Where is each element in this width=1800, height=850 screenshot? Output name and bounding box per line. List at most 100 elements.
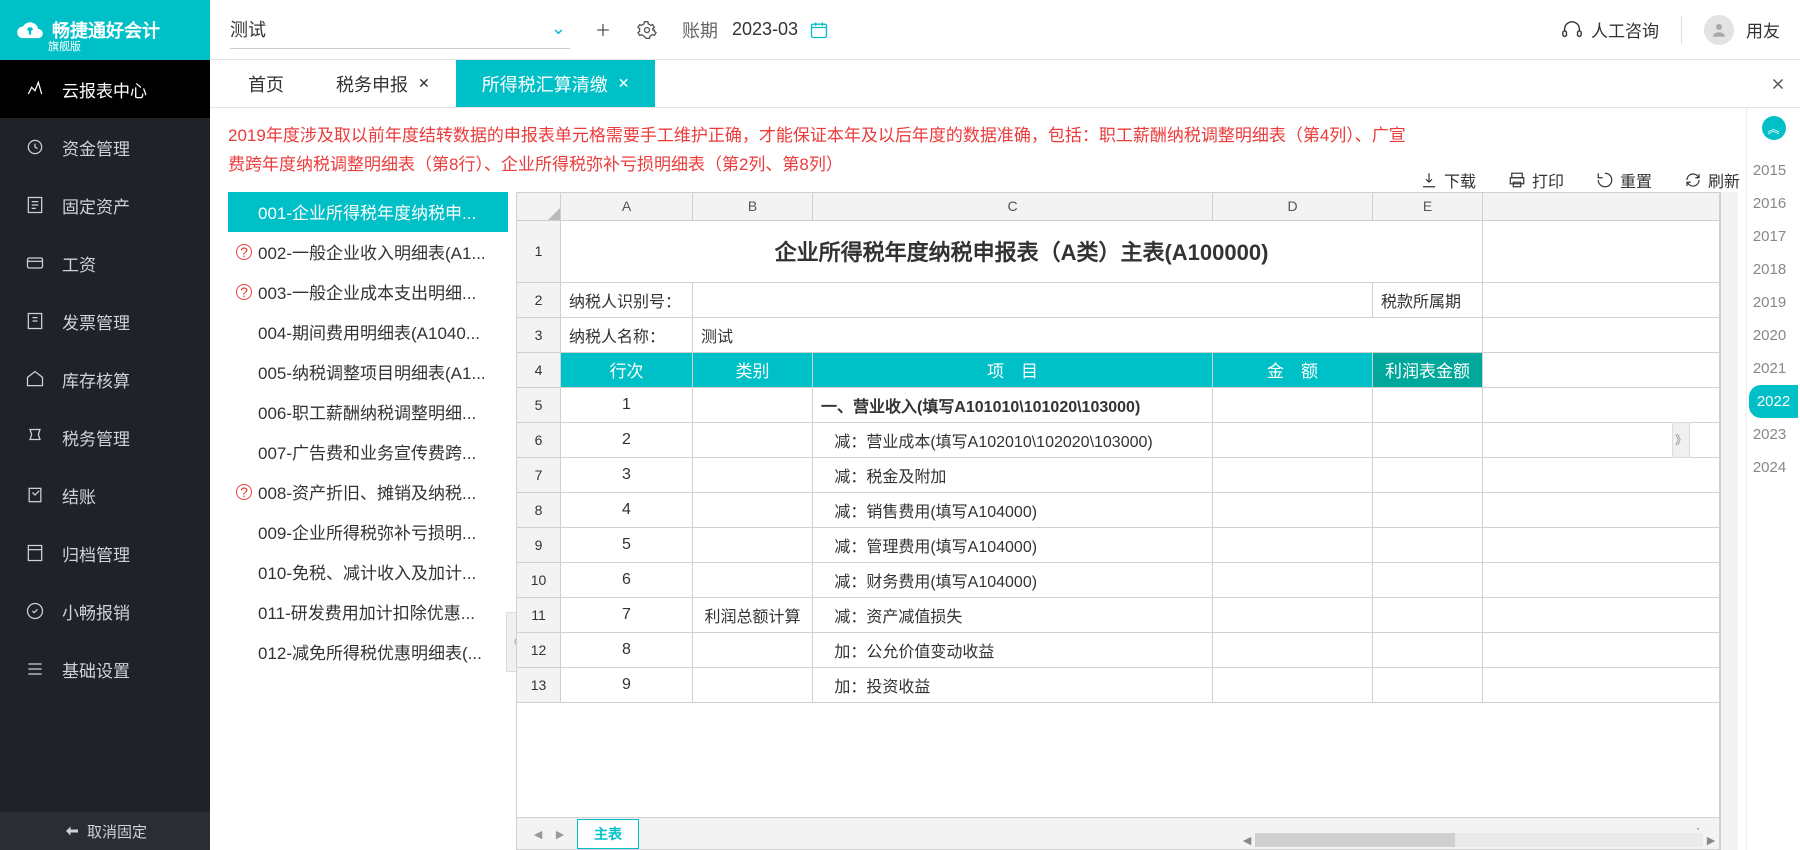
cell-profit[interactable]	[1373, 598, 1483, 632]
horizontal-scrollbar[interactable]: ◄►	[1239, 831, 1719, 849]
form-item-6[interactable]: 007-广告费和业务宣传费跨...	[228, 432, 508, 472]
form-item-3[interactable]: 004-期间费用明细表(A1040...	[228, 312, 508, 352]
tab-2[interactable]: 所得税汇算清缴✕	[456, 60, 656, 107]
nav-item-7[interactable]: 结账	[0, 466, 210, 524]
sheet-prev[interactable]: ◄	[527, 826, 549, 842]
scroll-up-icon[interactable]: ︽	[1762, 116, 1786, 140]
form-item-4[interactable]: 005-纳税调整项目明细表(A1...	[228, 352, 508, 392]
cell-rownum: 7	[561, 598, 693, 632]
col-header[interactable]: D	[1213, 193, 1373, 220]
col-header[interactable]: A	[561, 193, 693, 220]
cell-profit[interactable]	[1373, 633, 1483, 667]
row-header[interactable]: 13	[517, 668, 561, 702]
cell-profit[interactable]	[1373, 458, 1483, 492]
year-2019[interactable]: 2019	[1749, 286, 1798, 319]
reset-button[interactable]: 重置	[1596, 168, 1652, 192]
year-2020[interactable]: 2020	[1749, 319, 1798, 352]
sheet-next[interactable]: ►	[549, 826, 571, 842]
cell-profit[interactable]	[1373, 493, 1483, 527]
row-header[interactable]: 11	[517, 598, 561, 632]
row-header[interactable]: 1	[517, 221, 561, 282]
close-icon[interactable]: ✕	[418, 75, 430, 92]
form-item-11[interactable]: 012-减免所得税优惠明细表(...	[228, 632, 508, 672]
form-item-5[interactable]: 006-职工薪酬纳税调整明细...	[228, 392, 508, 432]
row-header[interactable]: 7	[517, 458, 561, 492]
nav-item-8[interactable]: 归档管理	[0, 524, 210, 582]
col-header[interactable]: B	[693, 193, 813, 220]
add-button[interactable]	[592, 19, 614, 41]
form-item-2[interactable]: ?003-一般企业成本支出明细...	[228, 272, 508, 312]
nav-item-4[interactable]: 发票管理	[0, 292, 210, 350]
form-item-9[interactable]: 010-免税、减计收入及加计...	[228, 552, 508, 592]
year-2022[interactable]: 2022	[1749, 385, 1798, 418]
year-2023[interactable]: 2023	[1749, 418, 1798, 451]
row-header[interactable]: 12	[517, 633, 561, 667]
year-2017[interactable]: 2017	[1749, 220, 1798, 253]
calendar-icon[interactable]	[808, 19, 830, 41]
nav-item-9[interactable]: 小畅报销	[0, 582, 210, 640]
year-2015[interactable]: 2015	[1749, 154, 1798, 187]
support-link[interactable]: 人工咨询	[1561, 17, 1659, 42]
cell-profit[interactable]	[1373, 563, 1483, 597]
nav-item-5[interactable]: 库存核算	[0, 350, 210, 408]
nav-item-2[interactable]: 固定资产	[0, 176, 210, 234]
download-button[interactable]: 下载	[1420, 168, 1476, 192]
nav-item-0[interactable]: 云报表中心	[0, 60, 210, 118]
spreadsheet[interactable]: ABCDE 1企业所得税年度纳税申报表（A类）主表(A100000)2纳税人识别…	[516, 192, 1720, 850]
cell-amount[interactable]	[1213, 563, 1373, 597]
pin-toggle[interactable]: 取消固定	[0, 812, 210, 850]
cell-profit[interactable]	[1373, 528, 1483, 562]
year-2016[interactable]: 2016	[1749, 187, 1798, 220]
row-header[interactable]: 5	[517, 388, 561, 422]
nav-item-6[interactable]: 税务管理	[0, 408, 210, 466]
cell-profit[interactable]	[1373, 668, 1483, 702]
row-header[interactable]: 3	[517, 318, 561, 352]
form-item-0[interactable]: 001-企业所得税年度纳税申...	[228, 192, 508, 232]
cell-amount[interactable]	[1213, 633, 1373, 667]
cell-amount[interactable]	[1213, 528, 1373, 562]
avatar[interactable]	[1704, 15, 1734, 45]
tab-1[interactable]: 税务申报✕	[310, 60, 456, 107]
close-icon[interactable]: ✕	[618, 75, 630, 92]
year-2018[interactable]: 2018	[1749, 253, 1798, 286]
vertical-scrollbar[interactable]	[1720, 192, 1738, 850]
cell-amount[interactable]	[1213, 388, 1373, 422]
cell-amount[interactable]	[1213, 423, 1373, 457]
select-all-corner[interactable]	[517, 193, 561, 220]
tab-0[interactable]: 首页	[222, 60, 310, 107]
sidebar: 畅捷通好会计 旗舰版 云报表中心资金管理固定资产工资发票管理库存核算税务管理结账…	[0, 0, 210, 850]
cell-profit[interactable]	[1373, 423, 1483, 457]
row-header[interactable]: 10	[517, 563, 561, 597]
company-picker[interactable]: 测试 ⌄	[230, 10, 570, 49]
cell-profit[interactable]	[1373, 388, 1483, 422]
expand-years-handle[interactable]: 》	[1672, 422, 1690, 458]
row-header[interactable]: 2	[517, 283, 561, 317]
col-header[interactable]: E	[1373, 193, 1483, 220]
form-item-10[interactable]: 011-研发费用加计扣除优惠...	[228, 592, 508, 632]
form-item-7[interactable]: ?008-资产折旧、摊销及纳税...	[228, 472, 508, 512]
cell-amount[interactable]	[1213, 598, 1373, 632]
settings-button[interactable]	[636, 19, 658, 41]
row-header[interactable]: 9	[517, 528, 561, 562]
row-header[interactable]: 6	[517, 423, 561, 457]
nav-item-10[interactable]: 基础设置	[0, 640, 210, 698]
username[interactable]: 用友	[1746, 17, 1780, 42]
sheet-tab-main[interactable]: 主表	[577, 819, 639, 849]
nav-item-3[interactable]: 工资	[0, 234, 210, 292]
row-header[interactable]: 8	[517, 493, 561, 527]
col-header[interactable]: C	[813, 193, 1213, 220]
cell-amount[interactable]	[1213, 493, 1373, 527]
year-2021[interactable]: 2021	[1749, 352, 1798, 385]
nav-item-1[interactable]: 资金管理	[0, 118, 210, 176]
form-item-1[interactable]: ?002-一般企业收入明细表(A1...	[228, 232, 508, 272]
year-2024[interactable]: 2024	[1749, 451, 1798, 484]
row-header[interactable]: 4	[517, 353, 561, 387]
cell-amount[interactable]	[1213, 668, 1373, 702]
print-button[interactable]: 打印	[1508, 168, 1564, 192]
close-all-tabs[interactable]	[1764, 70, 1792, 98]
form-item-8[interactable]: 009-企业所得税弥补亏损明...	[228, 512, 508, 552]
cell-amount[interactable]	[1213, 458, 1373, 492]
grid-header: 类别	[693, 353, 813, 387]
refresh-button[interactable]: 刷新	[1684, 168, 1740, 192]
period-value[interactable]: 2023-03	[732, 19, 798, 40]
